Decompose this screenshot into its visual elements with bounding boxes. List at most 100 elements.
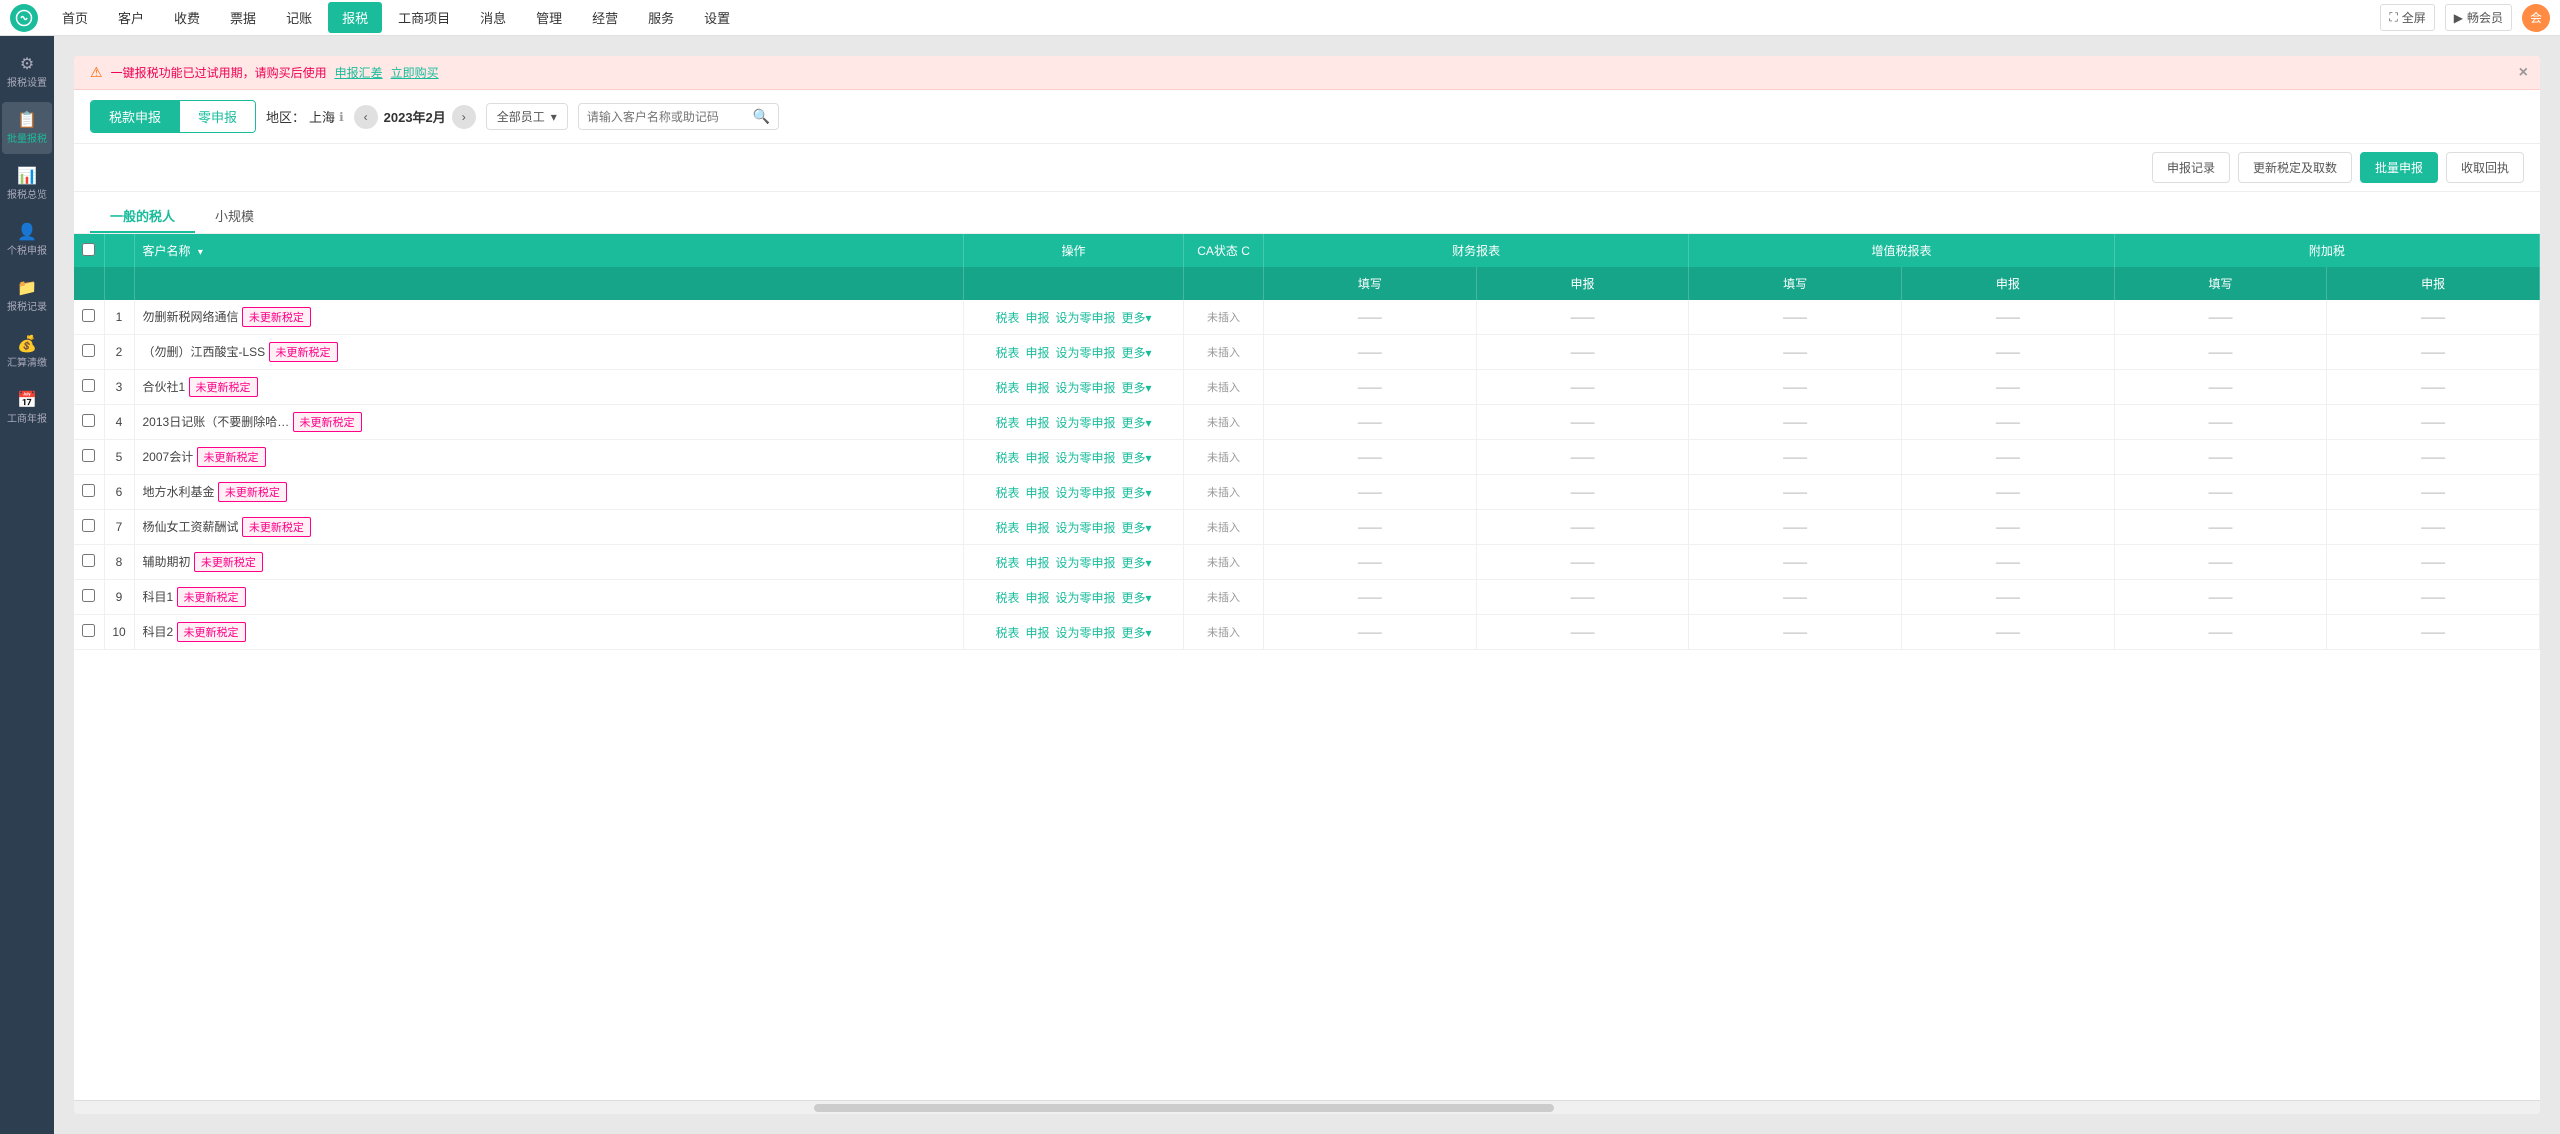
op-zero-declare[interactable]: 设为零申报 [1056, 379, 1116, 396]
op-declare[interactable]: 申报 [1026, 379, 1050, 396]
op-declare[interactable]: 申报 [1026, 414, 1050, 431]
banner-close-button[interactable]: × [2519, 64, 2528, 82]
select-all-checkbox[interactable] [82, 243, 95, 256]
op-declare[interactable]: 申报 [1026, 344, 1050, 361]
op-tax-table[interactable]: 税表 [995, 624, 1019, 641]
cell-ca: 未插入 [1184, 580, 1264, 615]
nav-service[interactable]: 服务 [634, 2, 688, 33]
op-tax-table[interactable]: 税表 [995, 344, 1019, 361]
op-more[interactable]: 更多▾ [1122, 589, 1152, 606]
tab-tax-declare[interactable]: 税款申报 [91, 101, 180, 132]
member-button[interactable]: ▶ 畅会员 [2445, 4, 2512, 31]
op-more[interactable]: 更多▾ [1122, 484, 1152, 501]
sidebar-item-tax-settings[interactable]: ⚙ 报税设置 [2, 46, 52, 98]
sidebar-item-batch-tax[interactable]: 📋 批量报税 [2, 102, 52, 154]
tab-zero-declare[interactable]: 零申报 [180, 101, 255, 132]
search-icon[interactable]: 🔍 [753, 108, 770, 125]
row-checkbox-3[interactable] [82, 414, 95, 427]
cell-d-sub: —— [1902, 580, 2115, 615]
op-zero-declare[interactable]: 设为零申报 [1056, 589, 1116, 606]
status-badge: 未更新税定 [177, 622, 246, 642]
op-tax-table[interactable]: 税表 [995, 484, 1019, 501]
op-zero-declare[interactable]: 设为零申报 [1056, 519, 1116, 536]
op-declare[interactable]: 申报 [1026, 624, 1050, 641]
nav-invoice[interactable]: 票据 [216, 2, 270, 33]
row-checkbox-1[interactable] [82, 344, 95, 357]
op-tax-table[interactable]: 税表 [995, 589, 1019, 606]
op-zero-declare[interactable]: 设为零申报 [1056, 414, 1116, 431]
op-more[interactable]: 更多▾ [1122, 379, 1152, 396]
update-tax-button[interactable]: 更新税定及取数 [2238, 152, 2352, 183]
declare-records-button[interactable]: 申报记录 [2152, 152, 2230, 183]
sidebar-item-annual-report[interactable]: 📅 工商年报 [2, 382, 52, 434]
avatar[interactable]: 会 [2522, 4, 2550, 32]
horizontal-scrollbar[interactable] [74, 1100, 2540, 1114]
sidebar-item-personal-tax[interactable]: 👤 个税申报 [2, 214, 52, 266]
op-more[interactable]: 更多▾ [1122, 344, 1152, 361]
cell-a-sub: —— [2327, 440, 2540, 475]
sub-tab-small[interactable]: 小规模 [195, 200, 274, 233]
op-zero-declare[interactable]: 设为零申报 [1056, 449, 1116, 466]
row-checkbox-9[interactable] [82, 624, 95, 637]
op-tax-table[interactable]: 税表 [995, 414, 1019, 431]
sidebar-item-tax-overview[interactable]: 📊 报税总览 [2, 158, 52, 210]
op-tax-table[interactable]: 税表 [995, 309, 1019, 326]
retrieve-receipt-button[interactable]: 收取回执 [2446, 152, 2524, 183]
op-more[interactable]: 更多▾ [1122, 519, 1152, 536]
row-checkbox-6[interactable] [82, 519, 95, 532]
sidebar-item-tax-records[interactable]: 📁 报税记录 [2, 270, 52, 322]
op-declare[interactable]: 申报 [1026, 484, 1050, 501]
nav-business[interactable]: 工商项目 [384, 2, 464, 33]
op-more[interactable]: 更多▾ [1122, 554, 1152, 571]
cell-f-fill: —— [1264, 615, 1477, 650]
nav-manage[interactable]: 管理 [522, 2, 576, 33]
nav-fee[interactable]: 收费 [160, 2, 214, 33]
op-more[interactable]: 更多▾ [1122, 414, 1152, 431]
table-row: 7 杨仙女工资薪酬试 未更新税定 税表 申报 设为零申报 更多▾ 未插入 —— … [74, 510, 2540, 545]
nav-settings[interactable]: 设置 [690, 2, 744, 33]
op-declare[interactable]: 申报 [1026, 449, 1050, 466]
nav-tax[interactable]: 报税 [328, 2, 382, 33]
row-checkbox-5[interactable] [82, 484, 95, 497]
op-tax-table[interactable]: 税表 [995, 449, 1019, 466]
op-zero-declare[interactable]: 设为零申报 [1056, 484, 1116, 501]
op-more[interactable]: 更多▾ [1122, 624, 1152, 641]
op-tax-table[interactable]: 税表 [995, 379, 1019, 396]
op-declare[interactable]: 申报 [1026, 519, 1050, 536]
fullscreen-button[interactable]: ⛶ 全屏 [2380, 4, 2434, 31]
row-checkbox-8[interactable] [82, 589, 95, 602]
op-zero-declare[interactable]: 设为零申报 [1056, 554, 1116, 571]
declare-link[interactable]: 申报汇差 [335, 64, 383, 81]
row-checkbox-0[interactable] [82, 309, 95, 322]
batch-declare-button[interactable]: 批量申报 [2360, 152, 2438, 183]
sub-tab-general[interactable]: 一般的税人 [90, 200, 195, 233]
top-nav-right: ⛶ 全屏 ▶ 畅会员 会 [2380, 4, 2550, 32]
scroll-thumb[interactable] [814, 1104, 1554, 1112]
op-zero-declare[interactable]: 设为零申报 [1056, 309, 1116, 326]
nav-home[interactable]: 首页 [48, 2, 102, 33]
period-prev-button[interactable]: ‹ [354, 105, 378, 129]
op-zero-declare[interactable]: 设为零申报 [1056, 344, 1116, 361]
period-next-button[interactable]: › [452, 105, 476, 129]
name-sort-icon[interactable]: ▾ [198, 247, 203, 258]
logo[interactable] [10, 4, 38, 32]
row-checkbox-7[interactable] [82, 554, 95, 567]
nav-client[interactable]: 客户 [104, 2, 158, 33]
nav-operation[interactable]: 经营 [578, 2, 632, 33]
op-more[interactable]: 更多▾ [1122, 309, 1152, 326]
nav-message[interactable]: 消息 [466, 2, 520, 33]
nav-accounting[interactable]: 记账 [272, 2, 326, 33]
op-declare[interactable]: 申报 [1026, 589, 1050, 606]
op-declare[interactable]: 申报 [1026, 309, 1050, 326]
buy-link[interactable]: 立即购买 [391, 64, 439, 81]
search-input[interactable] [587, 110, 747, 124]
row-checkbox-4[interactable] [82, 449, 95, 462]
op-more[interactable]: 更多▾ [1122, 449, 1152, 466]
sidebar-item-settlement[interactable]: 💰 汇算清缴 [2, 326, 52, 378]
op-tax-table[interactable]: 税表 [995, 519, 1019, 536]
row-checkbox-2[interactable] [82, 379, 95, 392]
op-tax-table[interactable]: 税表 [995, 554, 1019, 571]
employee-select[interactable]: 全部员工 ▾ [486, 103, 568, 130]
op-declare[interactable]: 申报 [1026, 554, 1050, 571]
op-zero-declare[interactable]: 设为零申报 [1056, 624, 1116, 641]
